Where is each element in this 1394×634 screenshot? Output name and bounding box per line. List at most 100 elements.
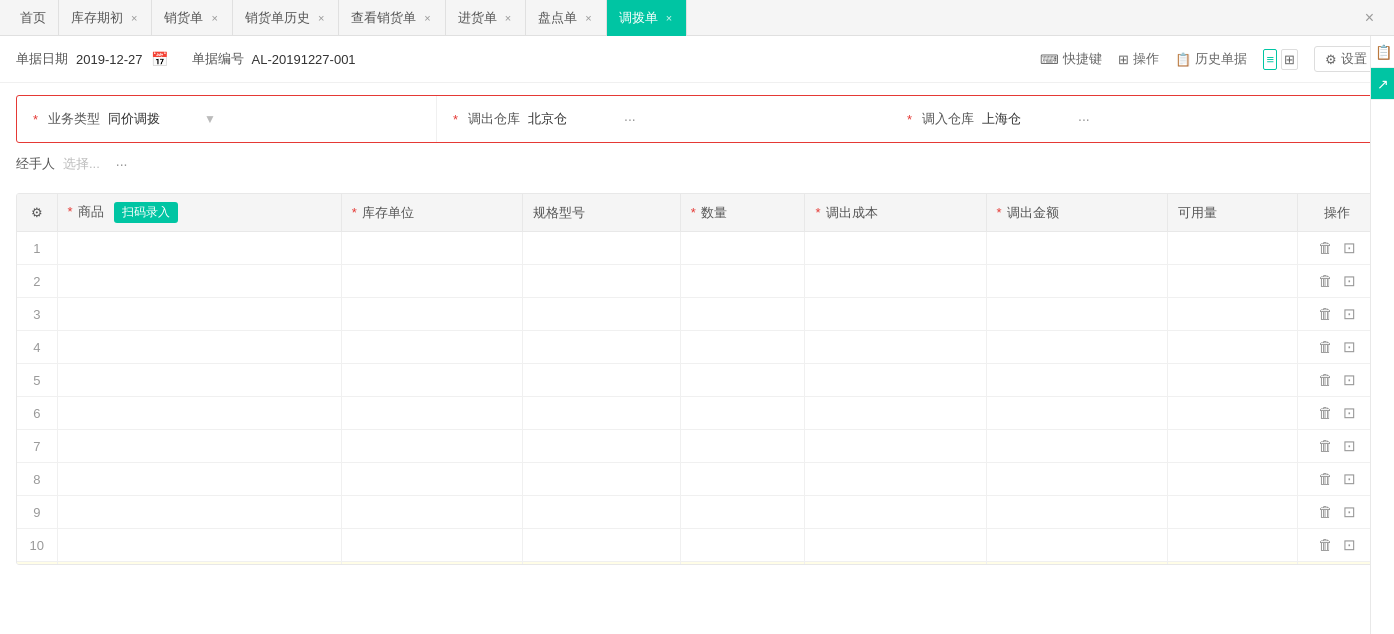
col-settings-header[interactable]: ⚙ [17, 194, 57, 232]
unit-cell[interactable] [341, 298, 522, 331]
sidebar-expand-icon[interactable]: ↗ [1371, 68, 1394, 100]
cost-cell[interactable] [805, 364, 986, 397]
tab-sales-history[interactable]: 销货单历史 × [233, 0, 339, 36]
delete-row-icon[interactable]: 🗑 [1318, 272, 1333, 289]
product-cell[interactable] [57, 529, 341, 562]
copy-row-icon[interactable]: ⊡ [1343, 404, 1356, 421]
spec-cell[interactable] [522, 298, 680, 331]
spec-cell[interactable] [522, 430, 680, 463]
tab-view-sales[interactable]: 查看销货单 × [339, 0, 445, 36]
tab-sales-order[interactable]: 销货单 × [152, 0, 232, 36]
copy-row-icon[interactable]: ⊡ [1343, 437, 1356, 454]
qty-cell[interactable] [680, 265, 805, 298]
sidebar-list-icon[interactable]: 📋 [1371, 36, 1394, 68]
product-cell[interactable] [57, 364, 341, 397]
amount-cell[interactable] [986, 496, 1167, 529]
available-cell[interactable] [1167, 430, 1297, 463]
amount-cell[interactable] [986, 298, 1167, 331]
unit-cell[interactable] [341, 232, 522, 265]
unit-cell[interactable] [341, 496, 522, 529]
available-cell[interactable] [1167, 397, 1297, 430]
amount-cell[interactable] [986, 265, 1167, 298]
copy-row-icon[interactable]: ⊡ [1343, 239, 1356, 256]
qty-cell[interactable] [680, 463, 805, 496]
delete-row-icon[interactable]: 🗑 [1318, 503, 1333, 520]
tab-sales-history-close[interactable]: × [316, 12, 326, 24]
cost-cell[interactable] [805, 463, 986, 496]
delete-row-icon[interactable]: 🗑 [1318, 239, 1333, 256]
tab-purchase-order[interactable]: 进货单 × [446, 0, 526, 36]
available-cell[interactable] [1167, 265, 1297, 298]
tab-transfer[interactable]: 调拨单 × [607, 0, 687, 36]
tab-sales-order-close[interactable]: × [209, 12, 219, 24]
tab-transfer-close[interactable]: × [664, 12, 674, 24]
grid-view-icon[interactable]: ⊞ [1281, 49, 1298, 70]
product-cell[interactable] [57, 463, 341, 496]
product-cell[interactable] [57, 430, 341, 463]
shortcut-button[interactable]: ⌨ 快捷键 [1040, 50, 1102, 68]
product-cell[interactable] [57, 496, 341, 529]
spec-cell[interactable] [522, 331, 680, 364]
available-cell[interactable] [1167, 298, 1297, 331]
product-cell[interactable] [57, 331, 341, 364]
copy-row-icon[interactable]: ⊡ [1343, 371, 1356, 388]
spec-cell[interactable] [522, 463, 680, 496]
qty-cell[interactable] [680, 496, 805, 529]
tab-inventory-init[interactable]: 库存期初 × [59, 0, 152, 36]
qty-cell[interactable] [680, 529, 805, 562]
available-cell[interactable] [1167, 364, 1297, 397]
available-cell[interactable] [1167, 496, 1297, 529]
setting-button[interactable]: ⚙ 设置 [1314, 46, 1378, 72]
product-cell[interactable] [57, 298, 341, 331]
copy-row-icon[interactable]: ⊡ [1343, 338, 1356, 355]
spec-cell[interactable] [522, 529, 680, 562]
product-cell[interactable] [57, 265, 341, 298]
tab-purchase-order-close[interactable]: × [503, 12, 513, 24]
unit-cell[interactable] [341, 430, 522, 463]
delete-row-icon[interactable]: 🗑 [1318, 437, 1333, 454]
unit-cell[interactable] [341, 463, 522, 496]
qty-cell[interactable] [680, 430, 805, 463]
amount-cell[interactable] [986, 364, 1167, 397]
out-warehouse-value[interactable]: 北京仓 [528, 110, 608, 128]
copy-row-icon[interactable]: ⊡ [1343, 272, 1356, 289]
cost-cell[interactable] [805, 331, 986, 364]
amount-cell[interactable] [986, 397, 1167, 430]
in-warehouse-more-icon[interactable]: ··· [1078, 111, 1090, 127]
copy-row-icon[interactable]: ⊡ [1343, 503, 1356, 520]
calendar-icon[interactable]: 📅 [151, 51, 168, 67]
business-type-dropdown-icon[interactable]: ▼ [204, 112, 216, 126]
cost-cell[interactable] [805, 265, 986, 298]
scan-button[interactable]: 扫码录入 [114, 202, 178, 223]
unit-cell[interactable] [341, 331, 522, 364]
qty-cell[interactable] [680, 298, 805, 331]
list-view-icon[interactable]: ≡ [1263, 49, 1277, 70]
copy-row-icon[interactable]: ⊡ [1343, 536, 1356, 553]
delete-row-icon[interactable]: 🗑 [1318, 338, 1333, 355]
out-warehouse-more-icon[interactable]: ··· [624, 111, 636, 127]
unit-cell[interactable] [341, 265, 522, 298]
unit-cell[interactable] [341, 364, 522, 397]
unit-cell[interactable] [341, 397, 522, 430]
qty-cell[interactable] [680, 331, 805, 364]
cost-cell[interactable] [805, 496, 986, 529]
unit-cell[interactable] [341, 529, 522, 562]
delete-row-icon[interactable]: 🗑 [1318, 371, 1333, 388]
spec-cell[interactable] [522, 496, 680, 529]
product-cell[interactable] [57, 397, 341, 430]
copy-row-icon[interactable]: ⊡ [1343, 305, 1356, 322]
tab-home[interactable]: 首页 [8, 0, 59, 36]
handler-input[interactable]: 选择... [63, 155, 100, 173]
cost-cell[interactable] [805, 397, 986, 430]
copy-row-icon[interactable]: ⊡ [1343, 470, 1356, 487]
cost-cell[interactable] [805, 298, 986, 331]
available-cell[interactable] [1167, 463, 1297, 496]
history-button[interactable]: 📋 历史单据 [1175, 50, 1247, 68]
amount-cell[interactable] [986, 331, 1167, 364]
operations-button[interactable]: ⊞ 操作 [1118, 50, 1159, 68]
tab-inventory-init-close[interactable]: × [129, 12, 139, 24]
available-cell[interactable] [1167, 529, 1297, 562]
amount-cell[interactable] [986, 430, 1167, 463]
cost-cell[interactable] [805, 232, 986, 265]
delete-row-icon[interactable]: 🗑 [1318, 404, 1333, 421]
